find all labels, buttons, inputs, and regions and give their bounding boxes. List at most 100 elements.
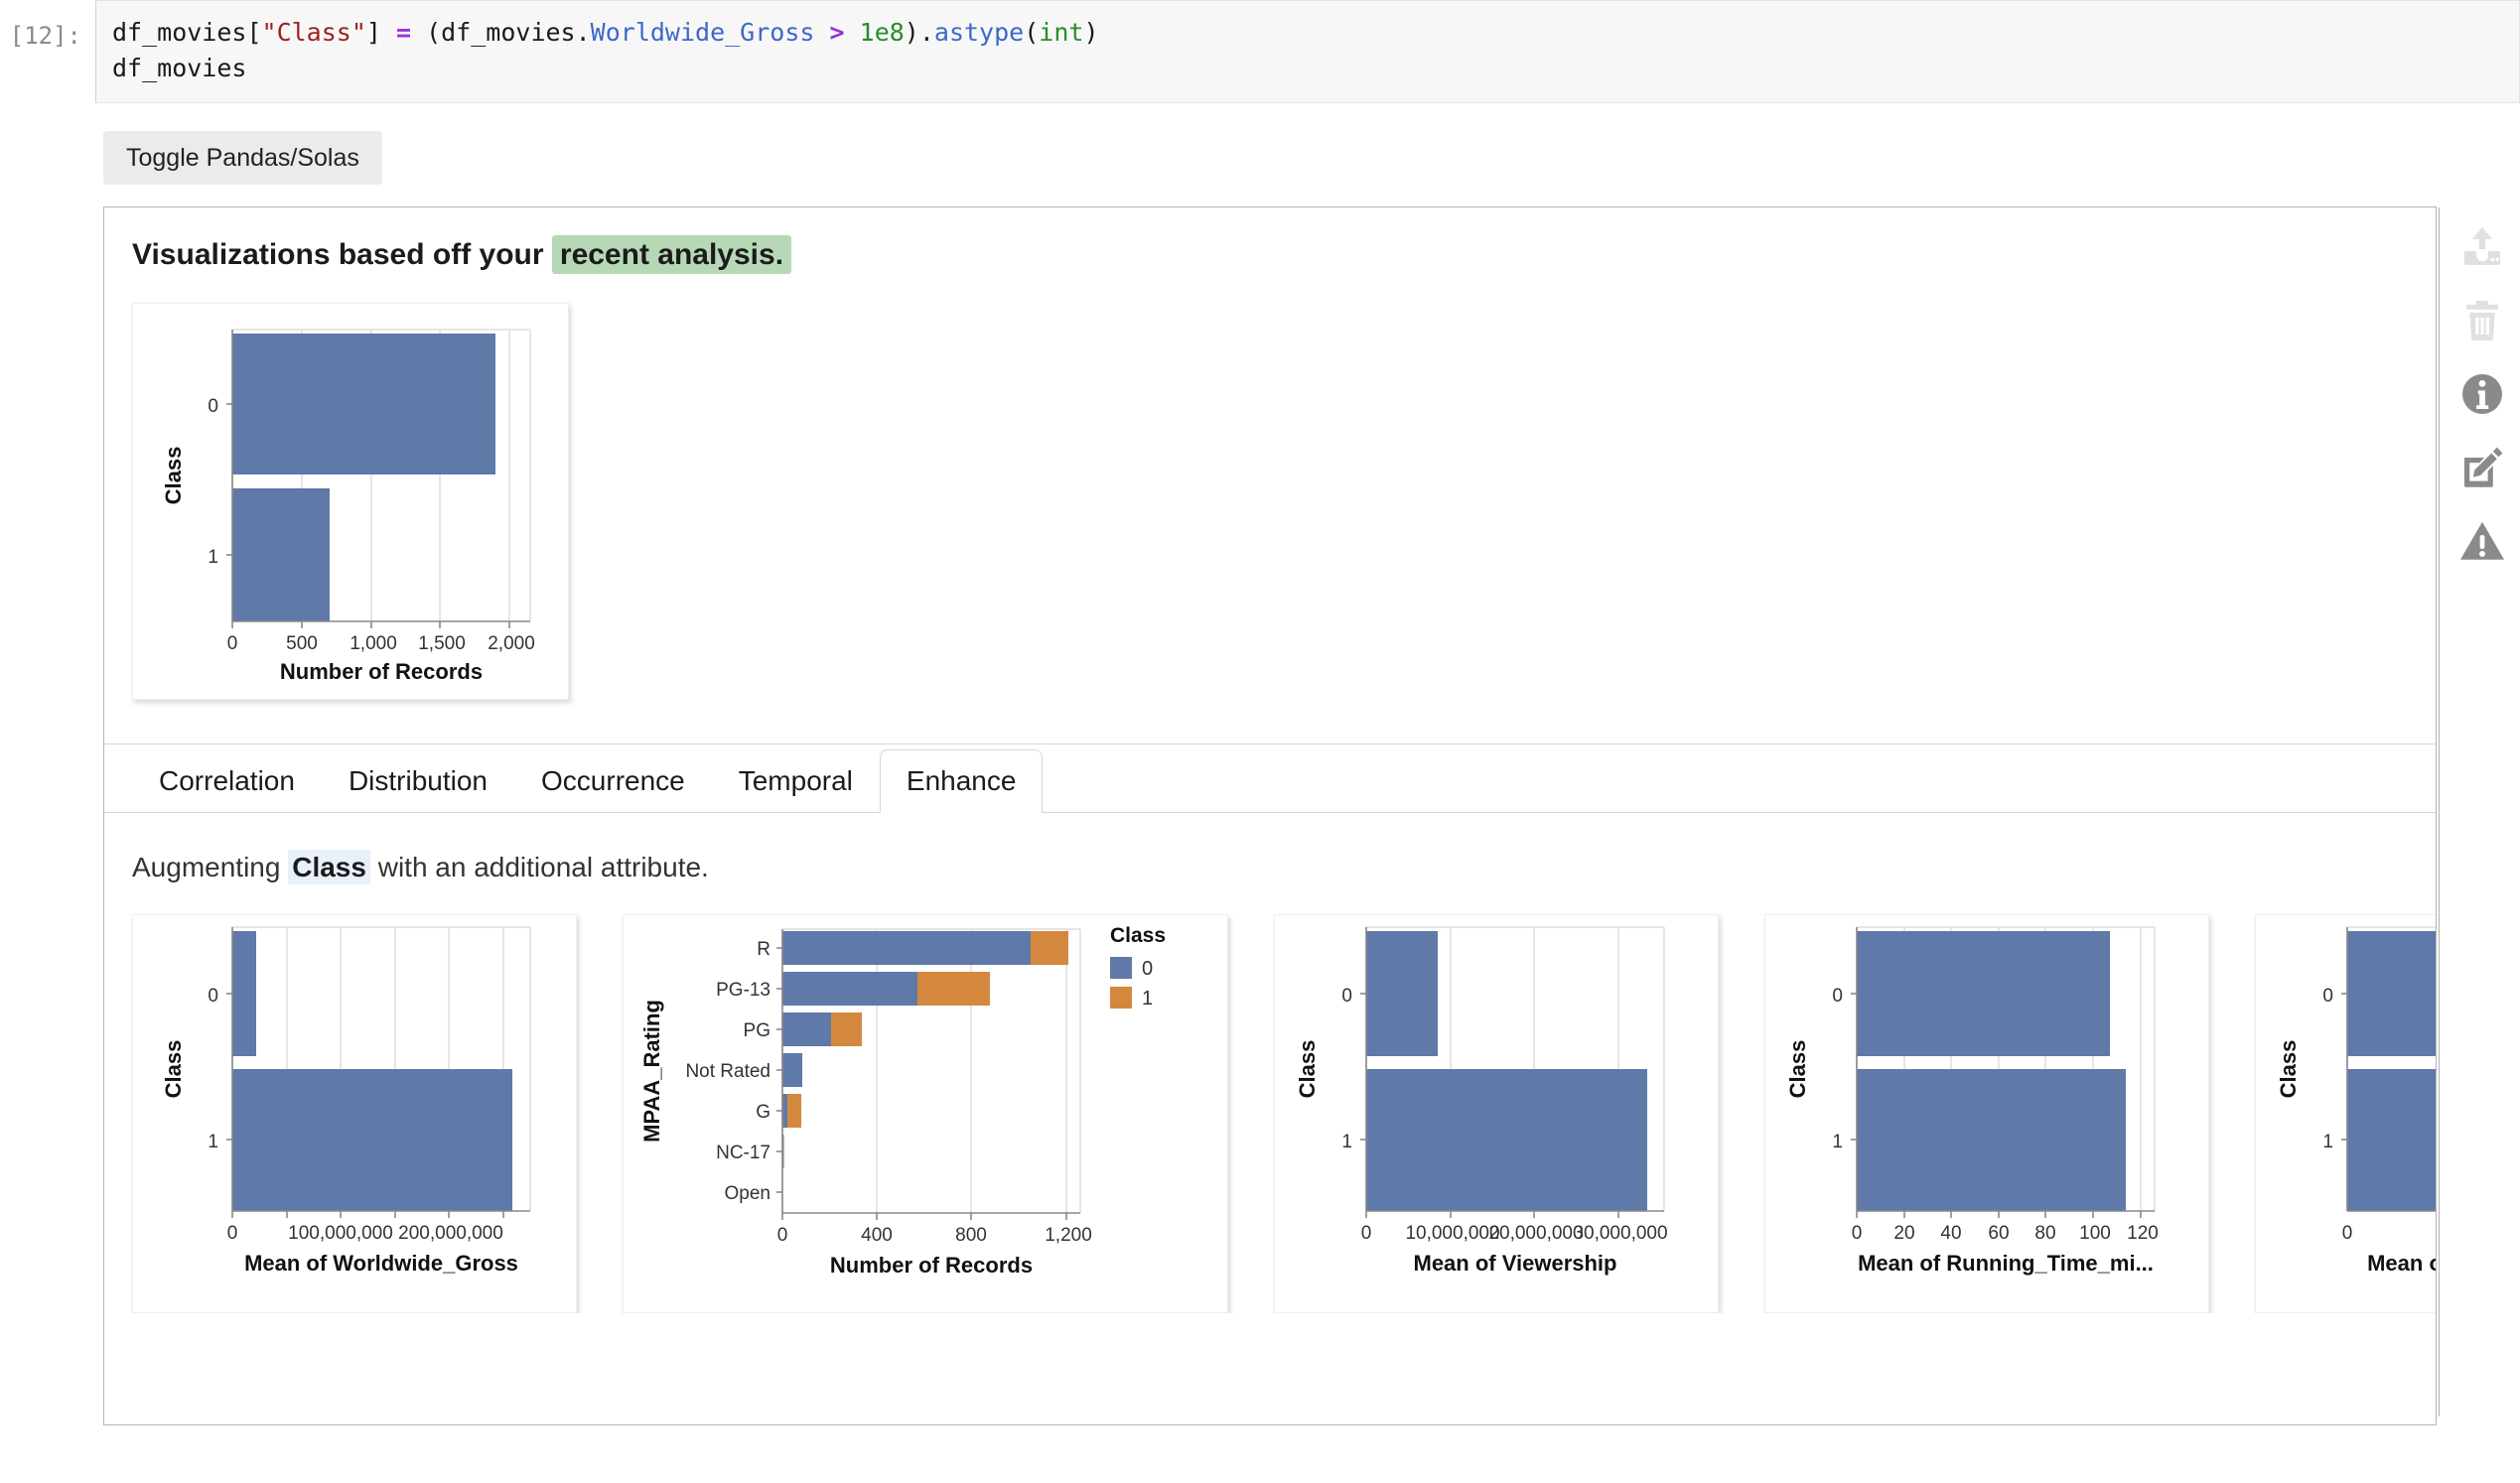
xtick-labels: 0 500 1,000 1,500 2,000 [227, 621, 535, 654]
bar-class-1[interactable] [1857, 1069, 2126, 1211]
bar-class-0[interactable] [1857, 931, 2110, 1056]
svg-text:1,500: 1,500 [418, 633, 466, 654]
section-divider [104, 743, 2436, 744]
legend-title: Class [1110, 924, 1166, 947]
chart-mean-running-time: 0 1 0 20 40 60 80 [1765, 915, 2210, 1313]
bar-pg13-class-0[interactable] [782, 972, 917, 1006]
info-icon[interactable] [2458, 370, 2506, 418]
ytick-label: 1 [1832, 1132, 1843, 1152]
edit-icon[interactable] [2458, 444, 2506, 491]
svg-text:120: 120 [2127, 1223, 2159, 1244]
legend-class: Class 0 1 [1110, 924, 1166, 1010]
ytick-labels: R PG-13 PG Not Rated G NC-17 Open [685, 939, 782, 1204]
bar-class-1[interactable] [1366, 1069, 1647, 1211]
solas-widget-area: Visualizations based off your recent ana… [0, 185, 2520, 1425]
svg-text:100: 100 [2079, 1223, 2111, 1244]
yaxis-title: Class [2276, 1039, 2301, 1098]
xtick-labels: 0 400 800 1,200 [777, 1213, 1092, 1246]
toggle-button-container: Toggle Pandas/Solas [0, 103, 2520, 185]
chart-card-mean-viewership[interactable]: 0 1 0 10,000,000 20,000,000 30,000,000 M… [1274, 914, 1719, 1313]
widget-title-highlight[interactable]: recent analysis. [552, 235, 791, 274]
code-token [814, 18, 829, 47]
svg-text:100,000,000: 100,000,000 [288, 1223, 393, 1244]
widget-header: Visualizations based off your recent ana… [104, 207, 2436, 273]
yaxis-title: Class [161, 1039, 186, 1098]
code-token: ] [366, 18, 396, 47]
code-token-string: "Class" [262, 18, 366, 47]
svg-text:2,000: 2,000 [488, 633, 535, 654]
code-token: df_movies[ [112, 18, 262, 47]
svg-text:Not Rated: Not Rated [685, 1061, 770, 1082]
augment-attribute-chip[interactable]: Class [288, 850, 370, 884]
yaxis-title: MPAA_Rating [639, 1000, 664, 1143]
bar-pg-class-1[interactable] [831, 1012, 862, 1046]
export-icon[interactable] [2458, 223, 2506, 271]
bar-pg-class-0[interactable] [782, 1012, 831, 1046]
ytick-label: 0 [1832, 986, 1843, 1007]
tab-occurrence[interactable]: Occurrence [514, 749, 712, 813]
svg-text:1,200: 1,200 [1045, 1225, 1092, 1246]
svg-text:1,000: 1,000 [350, 633, 397, 654]
ytick-label: 1 [208, 547, 218, 568]
solas-widget-container: Visualizations based off your recent ana… [103, 206, 2437, 1425]
chart-card-mean-running-time[interactable]: 0 1 0 20 40 60 80 [1764, 914, 2209, 1313]
legend-label-1: 1 [1142, 988, 1153, 1010]
trash-icon[interactable] [2458, 297, 2506, 344]
bar-g-class-1[interactable] [787, 1094, 801, 1128]
xaxis-title: Mean of Running_Time_mi... [1858, 1251, 2154, 1276]
code-token [845, 18, 860, 47]
legend-swatch-1[interactable] [1110, 987, 1132, 1009]
tab-distribution[interactable]: Distribution [322, 749, 514, 813]
tab-bar: Correlation Distribution Occurrence Temp… [104, 745, 2436, 813]
xtick-label: 0 [2342, 1223, 2353, 1244]
chart-card-overview[interactable]: 0 1 0 500 1,000 1,500 2,000 [132, 303, 569, 700]
warning-icon[interactable] [2458, 517, 2506, 565]
legend-swatch-0[interactable] [1110, 957, 1132, 979]
chart-card-mean-clipped[interactable]: 0 1 0 Mean o Class [2255, 914, 2436, 1313]
code-token-type: int [1039, 18, 1083, 47]
tab-correlation[interactable]: Correlation [132, 749, 322, 813]
code-editor[interactable]: df_movies["Class"] = (df_movies.Worldwid… [95, 0, 2520, 103]
svg-text:800: 800 [955, 1225, 987, 1246]
bar-class-0[interactable] [2347, 931, 2436, 1056]
augment-suffix: with an additional attribute. [378, 852, 709, 882]
bar-class-1[interactable] [2347, 1069, 2436, 1211]
svg-text:40: 40 [1940, 1223, 1961, 1244]
tab-temporal[interactable]: Temporal [712, 749, 880, 813]
bar-r-class-0[interactable] [782, 931, 1031, 965]
xaxis-title: Mean o [2367, 1251, 2436, 1276]
chart-card-mpaa-rating[interactable]: R PG-13 PG Not Rated G NC-17 Open [623, 914, 1228, 1313]
bar-class-0[interactable] [232, 334, 495, 474]
ytick-label: 0 [208, 396, 218, 417]
enhance-chart-strip: 0 1 0 100,000,000 200,000,000 Mean of Wo… [104, 884, 2436, 1313]
bar-class-1[interactable] [232, 1069, 512, 1211]
xtick-labels: 0 20 40 60 80 100 120 [1852, 1211, 2159, 1244]
xtick-labels: 0 10,000,000 20,000,000 30,000,000 [1361, 1211, 1668, 1244]
xaxis-title: Number of Records [280, 659, 483, 684]
svg-text:Open: Open [725, 1183, 770, 1204]
toggle-pandas-solas-button[interactable]: Toggle Pandas/Solas [103, 131, 382, 185]
svg-text:PG-13: PG-13 [716, 980, 770, 1001]
svg-text:500: 500 [286, 633, 318, 654]
ytick-label: 1 [2322, 1132, 2333, 1152]
tab-enhance[interactable]: Enhance [880, 749, 1044, 813]
yaxis-title: Class [1295, 1039, 1320, 1098]
bar-pg13-class-1[interactable] [917, 972, 990, 1006]
svg-text:0: 0 [1852, 1223, 1863, 1244]
chart-card-mean-worldwide-gross[interactable]: 0 1 0 100,000,000 200,000,000 Mean of Wo… [132, 914, 577, 1313]
bar-r-class-1[interactable] [1031, 931, 1068, 965]
code-token: ) [1083, 18, 1098, 47]
bar-class-0[interactable] [1366, 931, 1438, 1056]
svg-text:G: G [756, 1102, 770, 1123]
xaxis-title: Mean of Worldwide_Gross [244, 1251, 518, 1276]
svg-text:400: 400 [861, 1225, 893, 1246]
notebook-code-cell: [12]: df_movies["Class"] = (df_movies.Wo… [0, 0, 2520, 103]
xaxis-title: Mean of Viewership [1414, 1251, 1617, 1276]
code-line-2: df_movies [112, 51, 2519, 86]
ytick-label: 0 [208, 986, 218, 1007]
bar-notrated-class-0[interactable] [782, 1053, 802, 1087]
widget-icon-rail [2439, 207, 2520, 1416]
legend-label-0: 0 [1142, 958, 1153, 980]
bar-class-0[interactable] [232, 931, 256, 1056]
bar-class-1[interactable] [232, 488, 330, 621]
